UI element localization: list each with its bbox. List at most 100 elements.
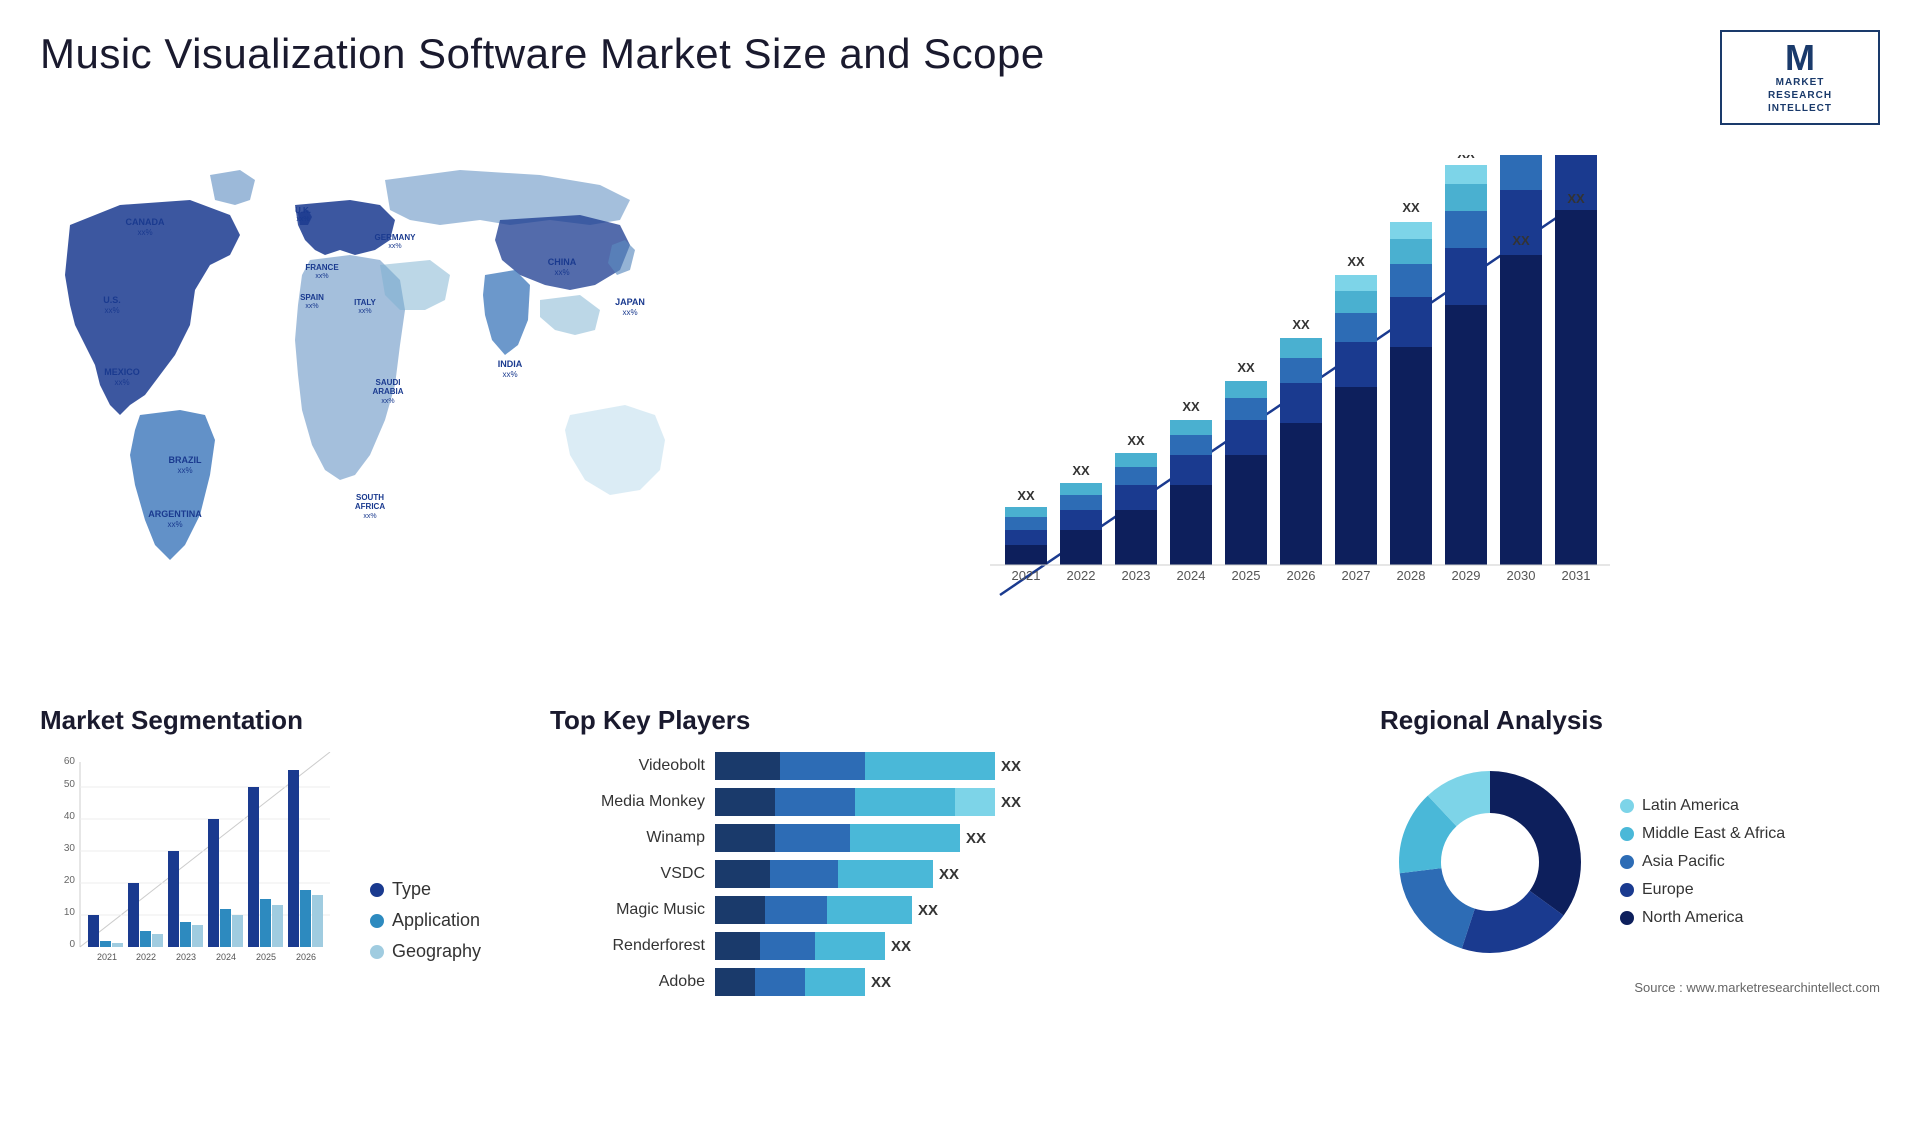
northamerica-dot [1620, 911, 1634, 925]
svg-text:2024: 2024 [1177, 568, 1206, 583]
svg-text:xx%: xx% [502, 370, 517, 379]
player-bar-container: XX [715, 932, 1350, 960]
svg-text:xx%: xx% [114, 378, 129, 387]
svg-text:XX: XX [1402, 200, 1420, 215]
svg-text:2031: 2031 [1562, 568, 1591, 583]
bottom-row: Market Segmentation 0 10 20 30 40 50 60 [40, 695, 1880, 1006]
legend-europe: Europe [1620, 881, 1785, 899]
bar-lighter [955, 788, 995, 816]
player-bar [715, 896, 912, 924]
legend-geography: Geography [370, 941, 481, 962]
player-bar [715, 788, 995, 816]
svg-text:BRAZIL: BRAZIL [169, 455, 202, 465]
svg-text:U.S.: U.S. [103, 295, 121, 305]
regional-section: Regional Analysis [1380, 695, 1880, 1006]
svg-text:xx%: xx% [315, 273, 328, 280]
svg-text:CHINA: CHINA [548, 257, 577, 267]
player-renderforest: Renderforest XX [550, 932, 1350, 960]
legend-type: Type [370, 879, 481, 900]
bar-light [865, 752, 995, 780]
bar-chart-section: XX XX XX XX XX [720, 145, 1880, 675]
svg-text:XX: XX [1567, 191, 1585, 206]
player-bar [715, 752, 995, 780]
svg-text:xx%: xx% [305, 303, 318, 310]
legend-northamerica: North America [1620, 909, 1785, 927]
segmentation-title: Market Segmentation [40, 705, 520, 736]
svg-text:xx%: xx% [363, 513, 376, 520]
player-bar-container: XX [715, 788, 1350, 816]
svg-text:2021: 2021 [1012, 568, 1041, 583]
regional-legend: Latin America Middle East & Africa Asia … [1620, 797, 1785, 927]
svg-text:2023: 2023 [176, 952, 196, 962]
svg-text:60: 60 [64, 756, 76, 767]
svg-text:xx%: xx% [358, 308, 371, 315]
bar-mid [760, 932, 815, 960]
content-grid: CANADA xx% U.S. xx% MEXICO xx% BRAZIL xx… [40, 145, 1880, 1006]
application-dot [370, 914, 384, 928]
svg-text:2023: 2023 [1122, 568, 1151, 583]
bar-light [850, 824, 960, 852]
svg-text:xx%: xx% [381, 398, 394, 405]
legend-application: Application [370, 910, 481, 931]
svg-text:XX: XX [1347, 254, 1365, 269]
players-section: Top Key Players Videobolt XX Media Monk [550, 695, 1350, 1006]
svg-text:2026: 2026 [296, 952, 316, 962]
svg-text:2025: 2025 [1232, 568, 1261, 583]
bar-mid [765, 896, 827, 924]
svg-text:xx%: xx% [388, 243, 401, 250]
svg-text:XX: XX [1237, 360, 1255, 375]
svg-text:xx%: xx% [554, 268, 569, 277]
svg-text:JAPAN: JAPAN [615, 297, 645, 307]
bar-light [838, 860, 933, 888]
map-svg: CANADA xx% U.S. xx% MEXICO xx% BRAZIL xx… [40, 145, 700, 635]
regional-title: Regional Analysis [1380, 705, 1880, 736]
svg-text:50: 50 [64, 779, 76, 790]
svg-text:xx%: xx% [104, 306, 119, 315]
svg-text:SOUTH: SOUTH [356, 493, 384, 502]
logo-text: MARKET RESEARCH INTELLECT [1768, 76, 1832, 115]
player-vsdc: VSDC XX [550, 860, 1350, 888]
legend-latin: Latin America [1620, 797, 1785, 815]
svg-text:XX: XX [1512, 233, 1530, 248]
svg-text:40: 40 [64, 811, 76, 822]
bar-light [855, 788, 955, 816]
player-adobe: Adobe XX [550, 968, 1350, 996]
europe-dot [1620, 883, 1634, 897]
type-dot [370, 883, 384, 897]
svg-text:2021: 2021 [97, 952, 117, 962]
svg-text:AFRICA: AFRICA [355, 502, 385, 511]
latin-dot [1620, 799, 1634, 813]
svg-text:2024: 2024 [216, 952, 236, 962]
svg-text:xx%: xx% [137, 228, 152, 237]
players-title: Top Key Players [550, 705, 1350, 736]
player-name: Videobolt [550, 757, 705, 775]
svg-text:XX: XX [1017, 488, 1035, 503]
player-bar [715, 860, 933, 888]
svg-text:U.K.: U.K. [295, 206, 311, 215]
svg-text:XX: XX [1127, 433, 1145, 448]
player-name: Winamp [550, 829, 705, 847]
segmentation-section: Market Segmentation 0 10 20 30 40 50 60 [40, 695, 520, 1006]
bar-light [815, 932, 885, 960]
player-mediamonkey: Media Monkey XX [550, 788, 1350, 816]
legend-apac: Asia Pacific [1620, 853, 1785, 871]
bar-chart-svg: XX XX XX XX XX [740, 155, 1860, 645]
player-winamp: Winamp XX [550, 824, 1350, 852]
logo-letter: M [1785, 40, 1815, 76]
svg-text:SPAIN: SPAIN [300, 293, 324, 302]
bar-mid [780, 752, 865, 780]
svg-text:XX: XX [1072, 463, 1090, 478]
mea-dot [1620, 827, 1634, 841]
svg-text:MEXICO: MEXICO [104, 367, 140, 377]
svg-text:xx%: xx% [167, 520, 182, 529]
svg-text:GERMANY: GERMANY [375, 233, 417, 242]
bar-dark [715, 932, 760, 960]
player-bar-container: XX [715, 752, 1350, 780]
seg-legend: Type Application Geography [370, 879, 481, 982]
apac-dot [1620, 855, 1634, 869]
world-map: CANADA xx% U.S. xx% MEXICO xx% BRAZIL xx… [40, 145, 700, 645]
bar-dark [715, 896, 765, 924]
svg-text:2028: 2028 [1397, 568, 1426, 583]
svg-text:2022: 2022 [136, 952, 156, 962]
svg-text:30: 30 [64, 843, 76, 854]
